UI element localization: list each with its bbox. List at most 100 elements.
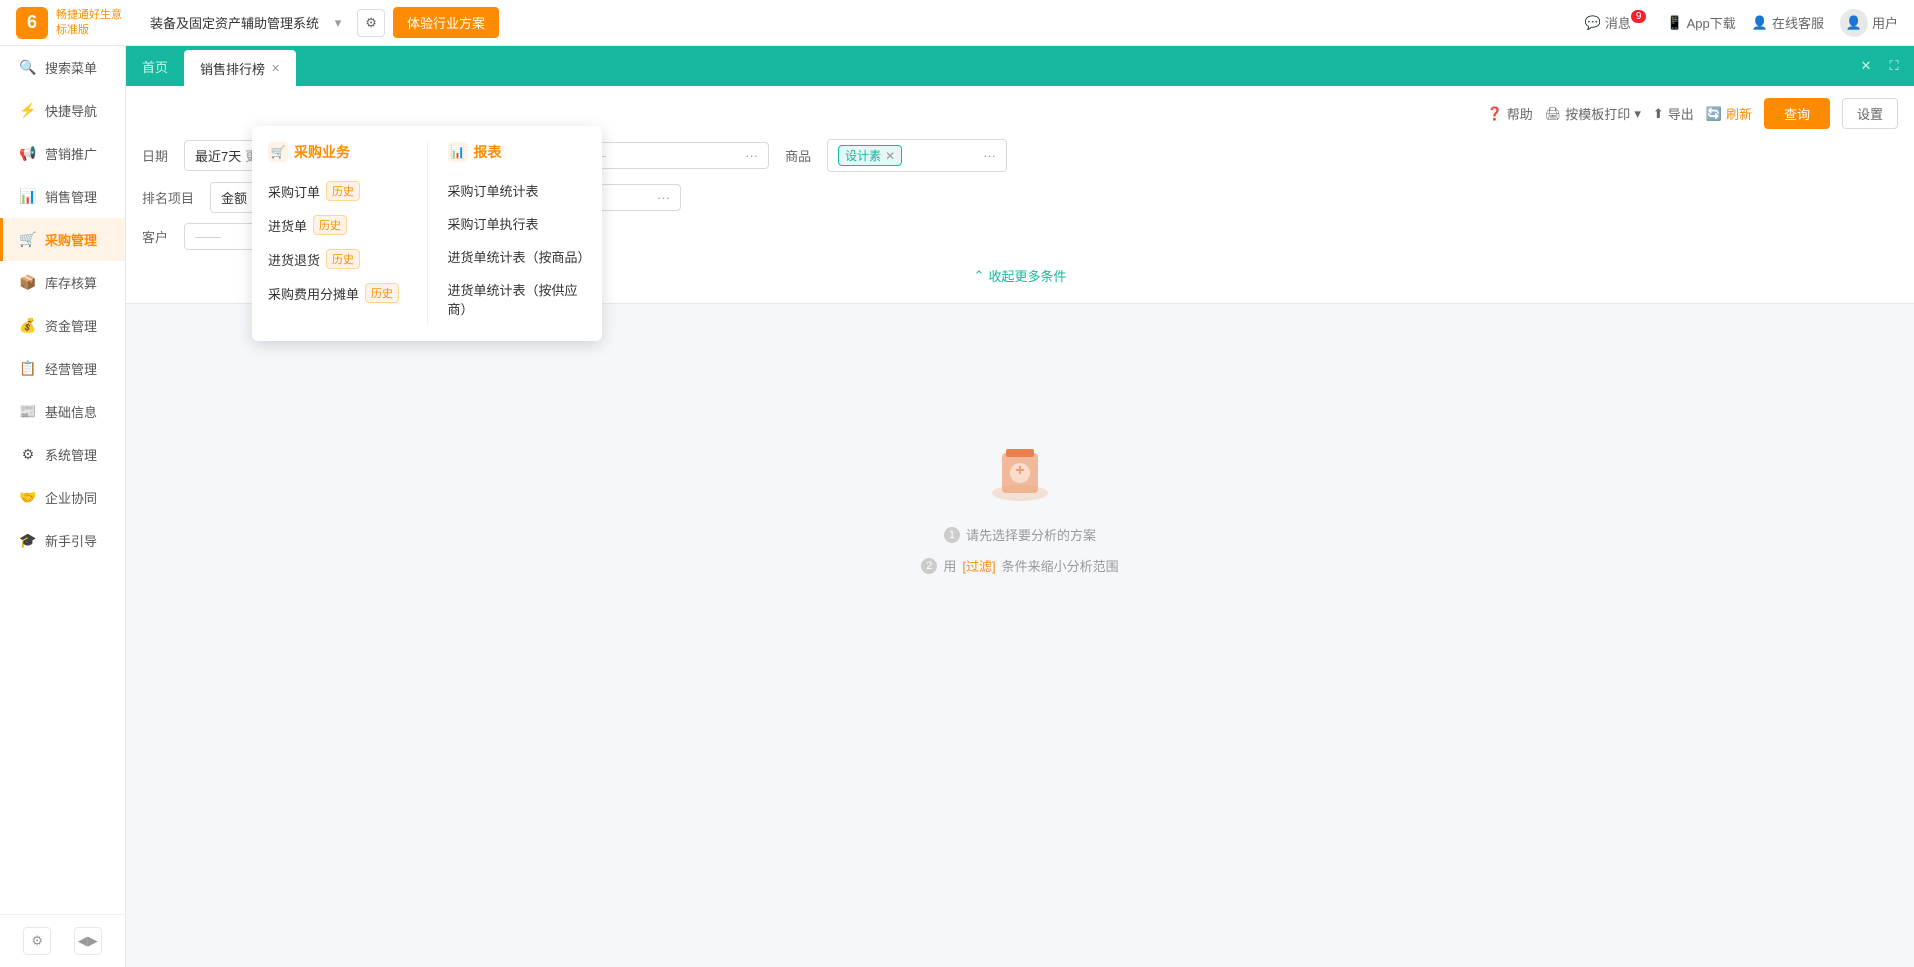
goods-label: 商品 xyxy=(785,146,811,165)
gear-icon: ⚙ xyxy=(19,446,37,463)
gear-btn[interactable]: ⚙ xyxy=(357,9,385,37)
report-title: 📊 报表 xyxy=(448,142,587,162)
dropdown-item-report-0[interactable]: 采购订单统计表 xyxy=(448,174,587,207)
dropdown-item-report-3[interactable]: 进货单统计表（按供应商） xyxy=(448,273,587,325)
sidebar-item-system[interactable]: ⚙ 系统管理 xyxy=(0,433,125,476)
system-name: 装备及固定资产辅助管理系统 xyxy=(150,13,319,32)
salesman-dots[interactable]: ··· xyxy=(657,190,670,205)
purchase-icon: 🛒 xyxy=(268,142,288,162)
sidebar-item-operation[interactable]: 📋 经营管理 xyxy=(0,347,125,390)
handshake-icon: 🤝 xyxy=(19,489,37,506)
collapse-up-icon: ⌃ xyxy=(974,268,985,284)
search-icon: 🔍 xyxy=(19,59,37,76)
online-service-btn[interactable]: 👤 在线客服 xyxy=(1752,13,1824,32)
message-btn[interactable]: 💬 消息 9 xyxy=(1585,13,1651,32)
chart-icon: 📊 xyxy=(19,188,37,205)
customer-label: 客户 xyxy=(142,227,168,246)
dropdown-purchase-col: 🛒 采购业务 采购订单 历史 进货单 历史 进货退货 xyxy=(268,142,407,325)
tab-bar-right: ✕ ⛶ xyxy=(1854,54,1914,78)
sidebar: 🔍 搜索菜单 ⚡ 快捷导航 📢 营销推广 📊 销售管理 🛒 采购管理 📦 xyxy=(0,46,126,967)
history-badge-3: 历史 xyxy=(365,283,399,303)
report-icon: 📊 xyxy=(448,142,468,162)
dropdown-item-report-1[interactable]: 采购订单执行表 xyxy=(448,207,587,240)
purchase-title: 🛒 采购业务 xyxy=(268,142,407,162)
tab-maximize-btn[interactable]: ⛶ xyxy=(1882,54,1906,78)
user-avatar: 👤 xyxy=(1840,9,1868,37)
message-badge: 9 xyxy=(1631,10,1647,23)
print-btn[interactable]: 🖨 按模板打印 ▾ xyxy=(1545,104,1641,123)
export-btn[interactable]: ⬆ 导出 xyxy=(1653,104,1694,123)
sidebar-item-purchase[interactable]: 🛒 采购管理 xyxy=(0,218,125,261)
tab-sales-rank[interactable]: 销售排行榜 ✕ xyxy=(184,50,296,86)
tab-bar: 首页 销售排行榜 ✕ ✕ ⛶ xyxy=(126,46,1914,86)
phone-icon: 📱 xyxy=(1666,15,1682,31)
settings-bottom-btn[interactable]: ⚙ xyxy=(23,927,51,955)
tab-home[interactable]: 首页 xyxy=(126,46,184,86)
dropdown-item-report-2[interactable]: 进货单统计表（按商品） xyxy=(448,240,587,273)
sidebar-item-enterprise[interactable]: 🤝 企业协同 xyxy=(0,476,125,519)
goods-tag-close[interactable]: ✕ xyxy=(885,149,895,163)
message-label: 消息 xyxy=(1605,13,1631,32)
history-badge-2: 历史 xyxy=(326,249,360,269)
app-download-btn[interactable]: 📱 App下载 xyxy=(1666,13,1735,32)
query-btn[interactable]: 查询 xyxy=(1764,98,1830,129)
goods-tag: 设计素 ✕ xyxy=(838,145,902,166)
tab-close-window-btn[interactable]: ✕ xyxy=(1854,54,1878,78)
setting-btn[interactable]: 设置 xyxy=(1842,98,1898,129)
dropdown-item-purchase-expense[interactable]: 采购费用分摊单 历史 xyxy=(268,276,407,310)
sidebar-item-search[interactable]: 🔍 搜索菜单 xyxy=(0,46,125,89)
logo-text: 畅捷通好生意 标准版 xyxy=(56,8,122,37)
info-icon: 📰 xyxy=(19,403,37,420)
content-area: 首页 销售排行榜 ✕ ✕ ⛶ ❓ xyxy=(126,46,1914,967)
help-btn[interactable]: ❓ 帮助 xyxy=(1487,104,1533,123)
top-bar-middle: 装备及固定资产辅助管理系统 ▾ ⚙ 体验行业方案 xyxy=(142,7,1585,38)
status-dots[interactable]: ··· xyxy=(745,148,758,163)
export-icon: ⬆ xyxy=(1653,106,1664,122)
logo-area: 6 畅捷通好生意 标准版 xyxy=(16,7,142,39)
sidebar-item-basic[interactable]: 📰 基础信息 xyxy=(0,390,125,433)
empty-state: 1 请先选择要分析的方案 2 用 [过滤] 条件来缩小分析范围 xyxy=(126,304,1914,704)
filter-toolbar: ❓ 帮助 🖨 按模板打印 ▾ ⬆ 导出 🔄 xyxy=(142,98,1898,129)
system-dropdown-btn[interactable]: ▾ xyxy=(327,12,349,34)
filter-highlight: [过滤] xyxy=(962,556,995,575)
print-icon: 🖨 xyxy=(1545,106,1562,122)
sidebar-item-newbie[interactable]: 🎓 新手引导 xyxy=(0,519,125,562)
industry-btn[interactable]: 体验行业方案 xyxy=(393,7,499,38)
dropdown-report-col: 📊 报表 采购订单统计表 采购订单执行表 进货单统计表（按商品） xyxy=(448,142,587,325)
user-btn[interactable]: 👤 用户 xyxy=(1840,9,1898,37)
dropdown-item-purchase-order[interactable]: 采购订单 历史 xyxy=(268,174,407,208)
dropdown-menu: 🛒 采购业务 采购订单 历史 进货单 历史 进货退货 xyxy=(252,126,602,341)
sidebar-item-marketing[interactable]: 📢 营销推广 xyxy=(0,132,125,175)
dropdown-item-goods-receipt[interactable]: 进货单 历史 xyxy=(268,208,407,242)
dropdown-item-goods-return[interactable]: 进货退货 历史 xyxy=(268,242,407,276)
sidebar-bottom: ⚙ ◀▶ xyxy=(0,914,125,967)
refresh-icon: 🔄 xyxy=(1706,106,1722,122)
empty-hint-1: 1 请先选择要分析的方案 xyxy=(944,525,1096,544)
service-icon: 👤 xyxy=(1752,15,1768,31)
message-icon: 💬 xyxy=(1585,15,1601,31)
refresh-btn[interactable]: 🔄 刷新 xyxy=(1706,104,1752,123)
help-icon: ❓ xyxy=(1487,106,1503,122)
date-label: 日期 xyxy=(142,146,168,165)
rank-label: 排名项目 xyxy=(142,188,194,207)
sidebar-item-sales[interactable]: 📊 销售管理 xyxy=(0,175,125,218)
lightning-icon: ⚡ xyxy=(19,102,37,119)
sidebar-item-finance[interactable]: 💰 资金管理 xyxy=(0,304,125,347)
guide-icon: 🎓 xyxy=(19,532,37,549)
content-body: ❓ 帮助 🖨 按模板打印 ▾ ⬆ 导出 🔄 xyxy=(126,86,1914,967)
hint-num-1: 1 xyxy=(944,527,960,543)
hint-num-2: 2 xyxy=(921,558,937,574)
sidebar-item-inventory[interactable]: 📦 库存核算 xyxy=(0,261,125,304)
empty-icon xyxy=(980,433,1060,513)
top-bar-right: 💬 消息 9 📱 App下载 👤 在线客服 👤 用户 xyxy=(1585,9,1898,37)
tab-close-btn[interactable]: ✕ xyxy=(271,62,280,75)
history-badge-0: 历史 xyxy=(326,181,360,201)
print-dropdown-icon: ▾ xyxy=(1634,106,1641,122)
cart-icon: 🛒 xyxy=(19,231,37,248)
goods-dots[interactable]: ··· xyxy=(983,148,996,163)
goods-input[interactable]: 设计素 ✕ ··· xyxy=(827,139,1007,172)
collapse-sidebar-btn[interactable]: ◀▶ xyxy=(74,927,102,955)
box-icon: 📦 xyxy=(19,274,37,291)
sidebar-item-shortcut[interactable]: ⚡ 快捷导航 xyxy=(0,89,125,132)
dropdown-divider xyxy=(427,142,428,325)
